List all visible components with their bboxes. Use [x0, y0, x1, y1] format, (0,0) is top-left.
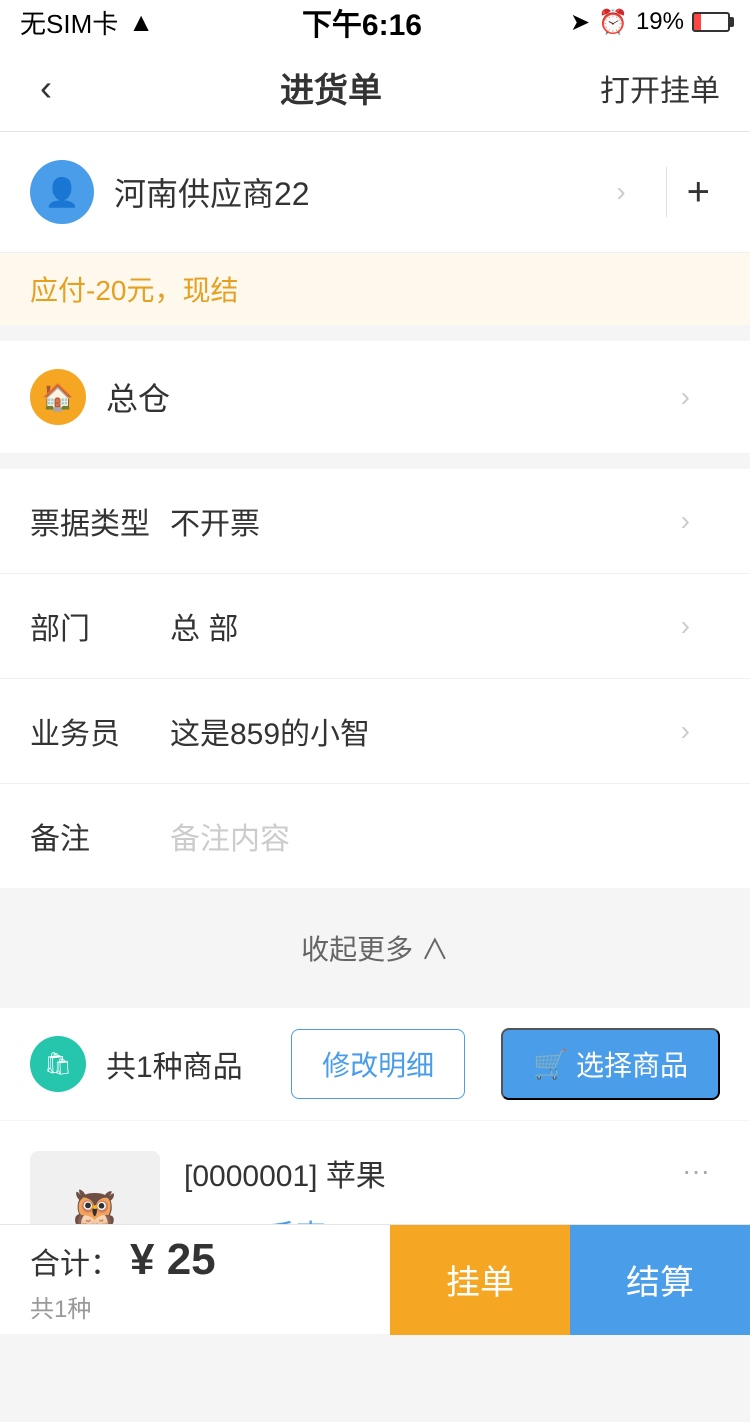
product-more-button[interactable]: ···: [672, 1151, 720, 1191]
time-label: 下午6:16: [302, 0, 422, 44]
invoice-row[interactable]: 票据类型 不开票 ›: [0, 469, 750, 574]
status-right: ➤ ⏰ 19%: [570, 8, 730, 37]
invoice-chevron-icon: ›: [681, 505, 690, 537]
product-header: 🛍 共1种商品 修改明细 🛒 选择商品: [0, 1008, 750, 1120]
product-name: [0000001] 苹果: [184, 1151, 648, 1195]
form-section: 票据类型 不开票 › 部门 总 部 › 业务员 这是859的小智 › 备注 备注…: [0, 469, 750, 888]
product-count: 共1种商品: [106, 1042, 271, 1086]
open-pending-button[interactable]: 打开挂单: [600, 66, 720, 110]
supplier-avatar: 👤: [30, 160, 94, 224]
warehouse-chevron-icon: ›: [681, 381, 690, 413]
nav-bar: ‹ 进货单 打开挂单: [0, 44, 750, 132]
footer-total: 合计： ¥ 25 共1种: [0, 1235, 390, 1324]
avatar-icon: 👤: [45, 176, 80, 209]
remark-input[interactable]: 备注内容: [150, 814, 720, 858]
footer-total-main: 合计： ¥ 25: [30, 1235, 360, 1285]
wifi-icon: ▲: [128, 7, 154, 38]
warehouse-name: 总仓: [106, 374, 661, 420]
dept-label: 部门: [30, 604, 150, 648]
status-bar: 无SIM卡 ▲ 下午6:16 ➤ ⏰ 19%: [0, 0, 750, 44]
sales-row[interactable]: 业务员 这是859的小智 ›: [0, 679, 750, 784]
supplier-notice: 应付-20元，现结: [0, 253, 750, 325]
warehouse-card[interactable]: 🏠 总仓 ›: [0, 341, 750, 453]
product-code: [0000001]: [184, 1160, 317, 1193]
sales-label: 业务员: [30, 709, 150, 753]
carrier-label: 无SIM卡: [20, 4, 118, 41]
supplier-left: 👤 河南供应商22: [30, 160, 616, 224]
dept-value: 总 部: [150, 604, 681, 648]
product-icon: 🛍: [30, 1036, 86, 1092]
collapse-label: 收起更多 ∧: [301, 934, 449, 965]
cart-icon: 🛒: [533, 1048, 568, 1081]
select-product-label: 选择商品: [576, 1044, 688, 1084]
total-sub: 共1种: [30, 1289, 360, 1324]
total-label: 合计：: [30, 1239, 120, 1283]
pending-button[interactable]: 挂单: [390, 1225, 570, 1335]
back-button[interactable]: ‹: [30, 57, 62, 119]
alarm-icon: ⏰: [598, 8, 628, 37]
product-title: 苹果: [326, 1160, 386, 1193]
battery-icon: [692, 12, 730, 32]
collapse-bar[interactable]: 收起更多 ∧: [0, 904, 750, 992]
checkout-button[interactable]: 结算: [570, 1225, 750, 1335]
supplier-chevron-icon: ›: [616, 176, 625, 208]
battery-label: 19%: [636, 8, 684, 36]
dept-row[interactable]: 部门 总 部 ›: [0, 574, 750, 679]
dept-chevron-icon: ›: [681, 610, 690, 642]
remark-label: 备注: [30, 814, 150, 858]
sales-value: 这是859的小智: [150, 709, 681, 753]
invoice-label: 票据类型: [30, 499, 150, 543]
divider: [666, 167, 667, 217]
supplier-card: 👤 河南供应商22 › + 应付-20元，现结: [0, 132, 750, 325]
pending-label: 挂单: [446, 1255, 514, 1304]
total-amount: ¥ 25: [130, 1235, 216, 1285]
sales-chevron-icon: ›: [681, 715, 690, 747]
page-title: 进货单: [280, 63, 382, 112]
house-icon: 🏠: [42, 382, 74, 413]
footer: 合计： ¥ 25 共1种 挂单 结算: [0, 1224, 750, 1334]
supplier-row[interactable]: 👤 河南供应商22 › +: [0, 132, 750, 253]
add-supplier-button[interactable]: +: [677, 170, 720, 215]
select-product-button[interactable]: 🛒 选择商品: [501, 1028, 720, 1100]
supplier-name: 河南供应商22: [114, 169, 310, 215]
invoice-value: 不开票: [150, 499, 681, 543]
edit-detail-button[interactable]: 修改明细: [291, 1029, 465, 1099]
location-icon: ➤: [570, 8, 590, 37]
bag-icon: 🛍: [44, 1051, 72, 1077]
warehouse-icon: 🏠: [30, 369, 86, 425]
status-left: 无SIM卡 ▲: [20, 4, 154, 41]
remark-row[interactable]: 备注 备注内容: [0, 784, 750, 888]
checkout-label: 结算: [626, 1255, 694, 1304]
